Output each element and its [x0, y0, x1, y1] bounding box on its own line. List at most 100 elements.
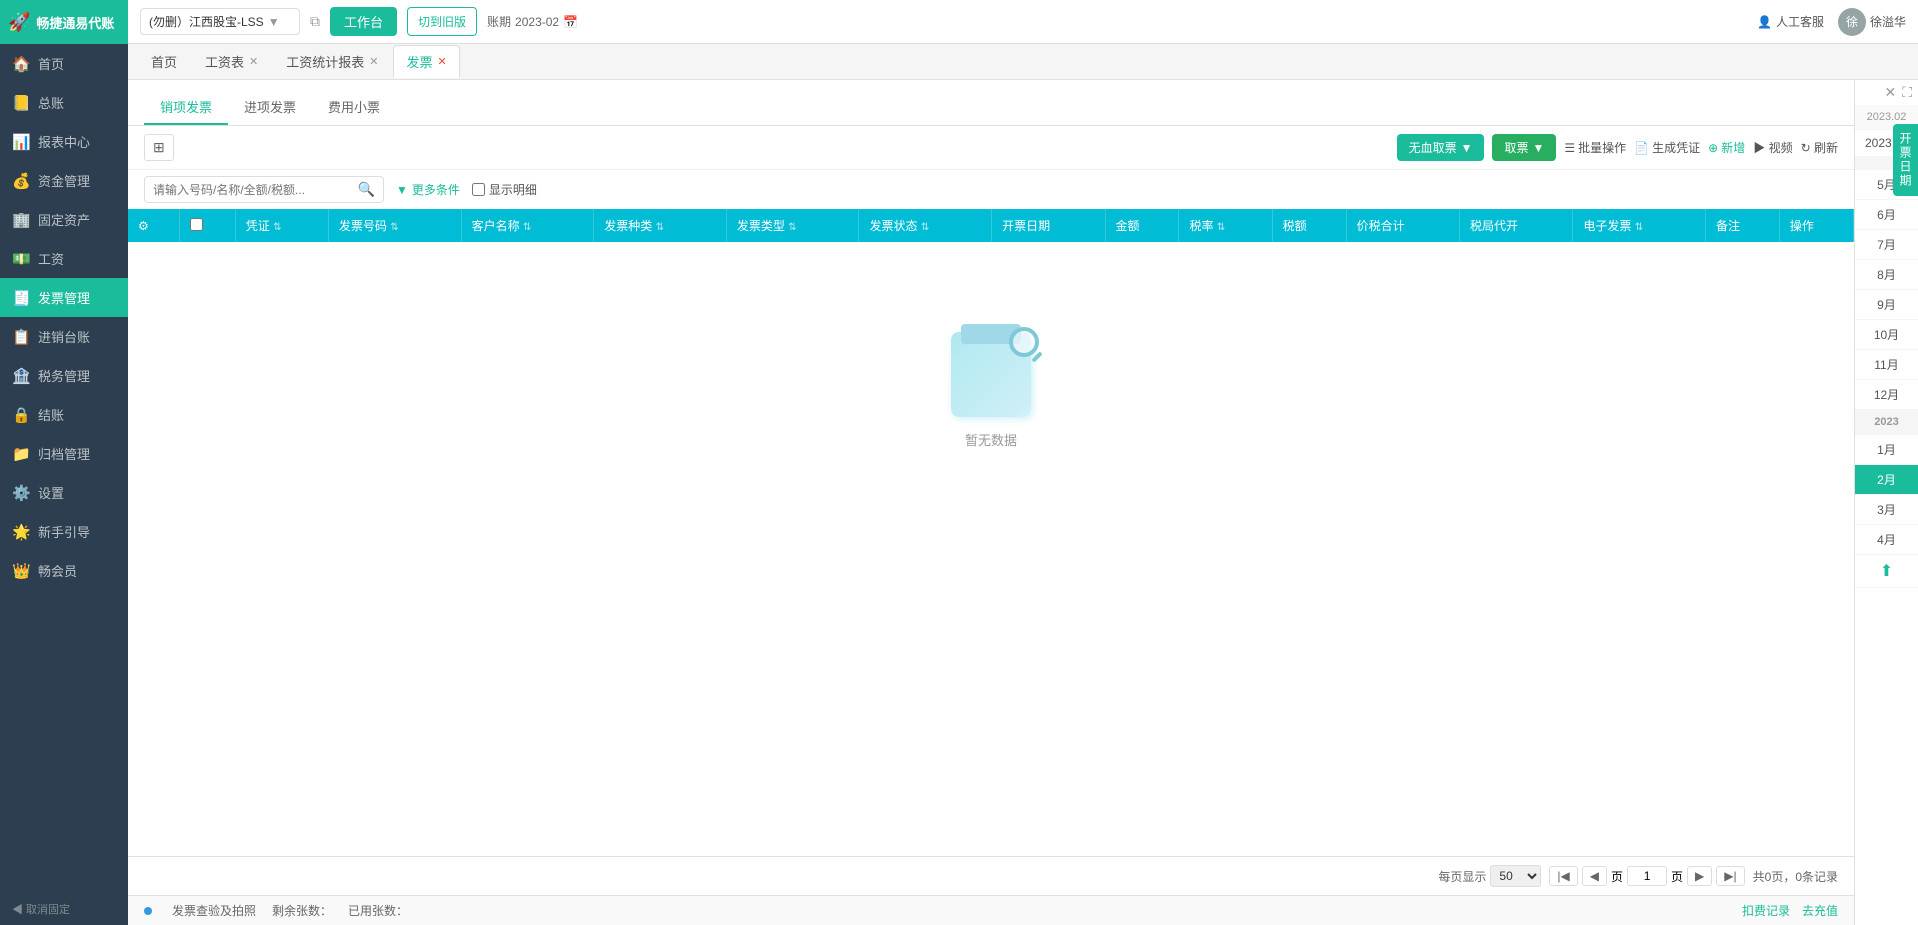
sidebar-item-label: 资金管理 [38, 171, 90, 190]
invoice-table-wrap: ⚙ 凭证 ⇅ 发票号码 ⇅ 客户名称 ⇅ 发票种类 ⇅ 发票类型 ⇅ 发票状态 … [128, 209, 1854, 856]
no-ticket-button[interactable]: 无血取票 ▼ [1397, 134, 1485, 161]
search-icon[interactable]: 🔍 [358, 181, 375, 198]
no-ticket-arrow-icon: ▼ [1461, 141, 1473, 155]
close-panel-button[interactable]: ✕ [1884, 84, 1896, 101]
date-item-6[interactable]: 6月 [1855, 200, 1918, 230]
support-item[interactable]: 👤 人工客服 [1757, 13, 1824, 30]
sidebar-item-fixed[interactable]: 🏢 固定资产 [0, 200, 128, 239]
sidebar-pin-toggle[interactable]: ◀ 取消固定 [0, 893, 128, 925]
generate-voucher-button[interactable]: 📄 生成凭证 [1634, 139, 1700, 156]
date-item-12[interactable]: 12月 [1855, 380, 1918, 410]
tab-invoice-label: 发票 [406, 52, 432, 71]
tab-payroll[interactable]: 工资表 ✕ [192, 45, 271, 78]
sidebar-item-tax[interactable]: 🏦 税务管理 [0, 356, 128, 395]
sidebar-item-archive[interactable]: 📁 归档管理 [0, 434, 128, 473]
th-invoice-status[interactable]: 发票状态 ⇅ [859, 209, 992, 242]
new-button[interactable]: ⊕ 新增 [1708, 139, 1745, 156]
invoice-panel: 销项发票 进项发票 费用小票 ⊞ 无血取票 ▼ 取票 [128, 80, 1854, 925]
subtab-sales[interactable]: 销项发票 [144, 90, 228, 125]
th-invoice-no[interactable]: 发票号码 ⇅ [328, 209, 461, 242]
th-remark[interactable]: 备注 [1705, 209, 1779, 242]
sort-icon: ⇅ [921, 222, 929, 233]
date-item-2-active[interactable]: 2月 [1855, 465, 1918, 495]
search-input-wrap: 🔍 [144, 176, 384, 203]
date-item-3[interactable]: 3月 [1855, 495, 1918, 525]
sidebar-item-newbie[interactable]: 🌟 新手引导 [0, 512, 128, 551]
company-name: (勿删）江西股宝-LSS [149, 13, 264, 30]
sidebar-item-settings[interactable]: ⚙️ 设置 [0, 473, 128, 512]
th-invoice-category[interactable]: 发票类型 ⇅ [726, 209, 859, 242]
subtab-expense[interactable]: 费用小票 [312, 90, 396, 125]
sidebar-item-member[interactable]: 👑 畅会员 [0, 551, 128, 590]
sidebar-item-label: 归档管理 [38, 444, 90, 463]
th-invoice-type[interactable]: 发票种类 ⇅ [594, 209, 727, 242]
tab-payroll-stat[interactable]: 工资统计报表 ✕ [273, 45, 391, 78]
verify-label: 发票查验及拍照 [172, 902, 256, 919]
date-item-scroll-up[interactable]: ⬆ [1855, 555, 1918, 588]
expand-panel-button[interactable]: ⛶ [1902, 84, 1912, 101]
page-input[interactable]: 1 [1627, 866, 1667, 886]
tab-home[interactable]: 首页 [138, 45, 190, 78]
switch-old-button[interactable]: 切到旧版 [407, 7, 477, 36]
th-customer[interactable]: 客户名称 ⇅ [461, 209, 594, 242]
show-detail-checkbox-wrap[interactable]: 显示明细 [472, 181, 537, 198]
sidebar-item-ledger[interactable]: 📒 总账 [0, 83, 128, 122]
date-item-1[interactable]: 1月 [1855, 435, 1918, 465]
th-open-date[interactable]: 开票日期 [992, 209, 1105, 242]
page-size-select[interactable]: 10 20 50 100 [1490, 865, 1541, 887]
th-voucher[interactable]: 凭证 ⇅ [235, 209, 328, 242]
date-item-10[interactable]: 10月 [1855, 320, 1918, 350]
sidebar-item-label: 报表中心 [38, 132, 90, 151]
tab-payroll-stat-close-icon[interactable]: ✕ [369, 55, 378, 68]
sidebar-item-purchase[interactable]: 📋 进销台账 [0, 317, 128, 356]
show-detail-checkbox[interactable] [472, 183, 485, 196]
logo-icon: 🚀 [8, 12, 30, 33]
th-settings[interactable]: ⚙ [128, 209, 179, 242]
deduct-record-link[interactable]: 扣费记录 [1742, 902, 1790, 919]
th-action[interactable]: 操作 [1779, 209, 1853, 242]
company-selector[interactable]: (勿删）江西股宝-LSS ▼ [140, 8, 300, 35]
date-item-11[interactable]: 11月 [1855, 350, 1918, 380]
sidebar-item-close[interactable]: 🔒 结账 [0, 395, 128, 434]
sidebar-item-payroll[interactable]: 💵 工资 [0, 239, 128, 278]
ticket-arrow-icon: ▼ [1532, 141, 1544, 155]
workspace-button[interactable]: 工作台 [330, 7, 397, 36]
capital-icon: 💰 [12, 172, 30, 190]
date-item-9[interactable]: 9月 [1855, 290, 1918, 320]
last-page-button[interactable]: ▶| [1716, 866, 1744, 886]
th-tax-bureau[interactable]: 税局代开 [1459, 209, 1572, 242]
th-tax-rate[interactable]: 税率 ⇅ [1179, 209, 1272, 242]
sidebar-item-reports[interactable]: 📊 报表中心 [0, 122, 128, 161]
date-item-4[interactable]: 4月 [1855, 525, 1918, 555]
video-button[interactable]: ▶ 视频 [1753, 139, 1792, 156]
subtab-purchase[interactable]: 进项发票 [228, 90, 312, 125]
sidebar-item-invoice[interactable]: 🧾 发票管理 [0, 278, 128, 317]
prev-page-button[interactable]: ◀ [1582, 866, 1607, 886]
th-amount[interactable]: 金额 [1105, 209, 1179, 242]
ticket-button[interactable]: 取票 ▼ [1492, 134, 1556, 161]
copy-icon[interactable]: ⧉ [310, 13, 320, 30]
sidebar-item-home[interactable]: 🏠 首页 [0, 44, 128, 83]
grid-settings-button[interactable]: ⊞ [144, 134, 174, 161]
tab-invoice-close-icon[interactable]: ✕ [438, 55, 447, 68]
date-item-8[interactable]: 8月 [1855, 260, 1918, 290]
user-item[interactable]: 徐 徐溢华 [1838, 8, 1906, 36]
search-input[interactable] [153, 183, 354, 197]
th-total-tax[interactable]: 价税合计 [1346, 209, 1459, 242]
select-all-checkbox[interactable] [190, 218, 203, 231]
open-period-button[interactable]: 开票日期 [1893, 124, 1918, 196]
more-filter-button[interactable]: ▼ 更多条件 [396, 181, 460, 198]
sort-icon: ⇅ [390, 222, 398, 233]
th-tax-amount[interactable]: 税额 [1272, 209, 1346, 242]
recharge-link[interactable]: 去充值 [1802, 902, 1838, 919]
sidebar-item-capital[interactable]: 💰 资金管理 [0, 161, 128, 200]
refresh-button[interactable]: ↻ 刷新 [1801, 139, 1838, 156]
tab-payroll-close-icon[interactable]: ✕ [249, 55, 258, 68]
date-item-7[interactable]: 7月 [1855, 230, 1918, 260]
tab-invoice[interactable]: 发票 ✕ [393, 45, 459, 78]
next-page-button[interactable]: ▶ [1687, 866, 1712, 886]
first-page-button[interactable]: |◀ [1549, 866, 1577, 886]
batch-button[interactable]: ☰ 批量操作 [1564, 139, 1626, 156]
th-electronic[interactable]: 电子发票 ⇅ [1573, 209, 1706, 242]
th-checkbox[interactable] [179, 209, 235, 242]
